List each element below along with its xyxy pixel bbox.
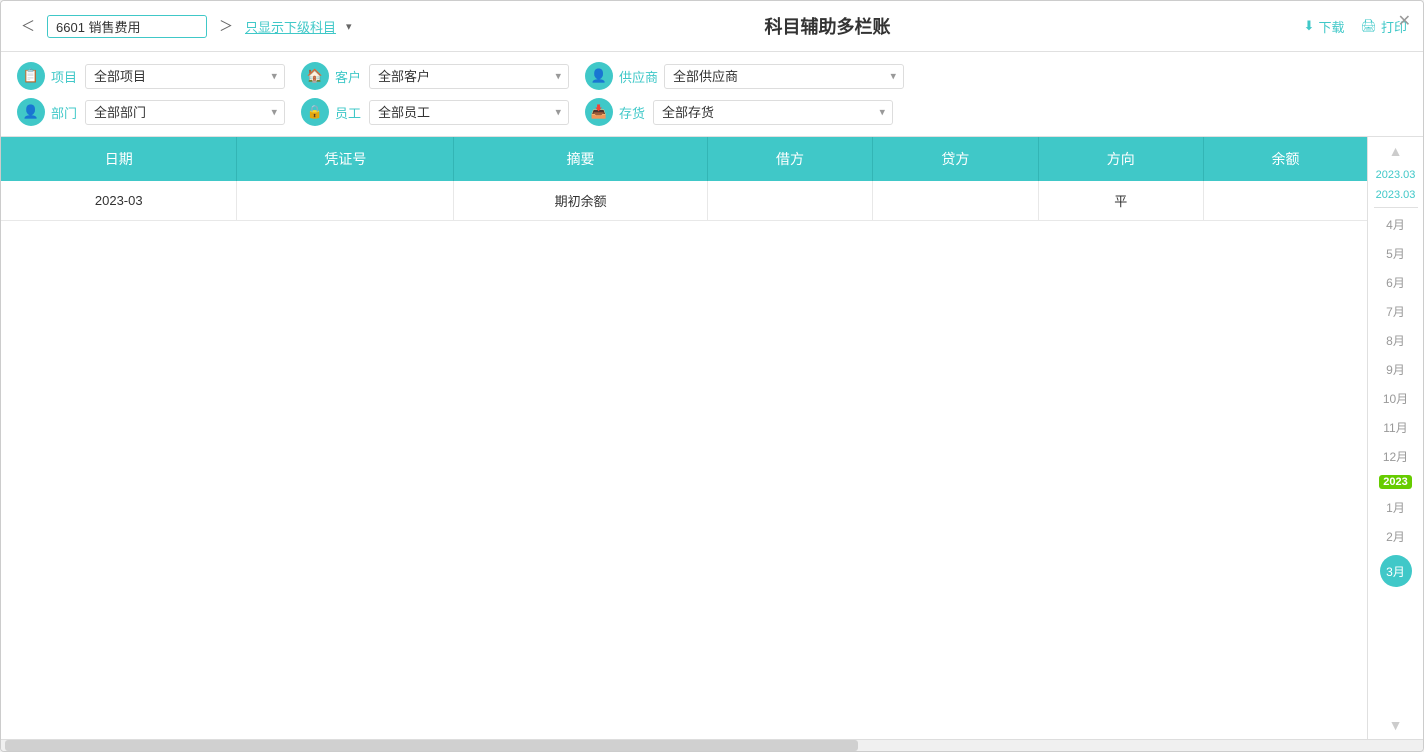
filter-item-project: 📋 项目 全部项目 [17, 62, 285, 90]
timeline-month-9[interactable]: 9月 [1368, 355, 1423, 384]
inventory-select[interactable]: 全部存货 [653, 100, 893, 125]
toolbar-right: ⬇ 下载 🖨 打印 [1304, 17, 1407, 36]
print-icon: 🖨 [1360, 18, 1377, 34]
col-summary: 摘要 [454, 137, 708, 181]
col-date: 日期 [1, 137, 237, 181]
filter-row-2: 👤 部门 全部部门 🔒 员工 全部员工 [17, 98, 1407, 126]
table-area: 日期 凭证号 摘要 借方 贷方 方向 余额 2023-03 期初余额 [1, 137, 1423, 739]
employee-icon: 🔒 [301, 98, 329, 126]
customer-select[interactable]: 全部客户 [369, 64, 569, 89]
timeline-month-2[interactable]: 2月 [1368, 522, 1423, 551]
show-sub-label[interactable]: 只显示下级科目 [245, 17, 336, 36]
main-content: 日期 凭证号 摘要 借方 贷方 方向 余额 2023-03 期初余额 [1, 137, 1423, 739]
col-direction: 方向 [1038, 137, 1203, 181]
supplier-select-wrapper: 全部供应商 [664, 64, 904, 89]
department-select[interactable]: 全部部门 [85, 100, 285, 125]
account-code-input[interactable] [47, 15, 207, 38]
main-window: ＜ ＞ 只显示下级科目 ▾ 科目辅助多栏账 ⬇ 下载 🖨 打印 ✕ 📋 项目 [0, 0, 1424, 752]
col-credit: 贷方 [873, 137, 1038, 181]
employee-select-wrapper: 全部员工 [369, 100, 569, 125]
timeline-up-button[interactable]: ▲ [1368, 137, 1423, 165]
col-debit: 借方 [707, 137, 872, 181]
cell-summary: 期初余额 [454, 181, 708, 221]
cell-date: 2023-03 [1, 181, 237, 221]
inventory-icon: 📥 [585, 98, 613, 126]
download-label: 下载 [1318, 17, 1344, 36]
timeline-month-12[interactable]: 12月 [1368, 442, 1423, 471]
download-icon: ⬇ [1304, 18, 1315, 34]
customer-select-wrapper: 全部客户 [369, 64, 569, 89]
employee-label: 员工 [335, 103, 363, 122]
cell-direction: 平 [1038, 181, 1203, 221]
timeline-month-6[interactable]: 6月 [1368, 268, 1423, 297]
cell-balance [1203, 181, 1367, 221]
project-label: 项目 [51, 67, 79, 86]
supplier-icon: 👤 [585, 62, 613, 90]
page-title: 科目辅助多栏账 [360, 13, 1296, 39]
timeline-range-start[interactable]: 2023.03 [1368, 165, 1423, 185]
project-icon: 📋 [17, 62, 45, 90]
timeline-items: 2023.03 2023.03 4月 5月 6月 7月 8月 9月 10月 11… [1368, 165, 1423, 711]
filter-row-1: 📋 项目 全部项目 🏠 客户 全部客户 [17, 62, 1407, 90]
inventory-label: 存货 [619, 103, 647, 122]
col-voucher: 凭证号 [237, 137, 454, 181]
customer-icon: 🏠 [301, 62, 329, 90]
title-bar: ＜ ＞ 只显示下级科目 ▾ 科目辅助多栏账 ⬇ 下载 🖨 打印 ✕ [1, 1, 1423, 52]
project-select[interactable]: 全部项目 [85, 64, 285, 89]
next-account-button[interactable]: ＞ [215, 14, 237, 38]
inventory-select-wrapper: 全部存货 [653, 100, 893, 125]
timeline-month-11[interactable]: 11月 [1368, 413, 1423, 442]
cell-debit [707, 181, 872, 221]
filter-item-department: 👤 部门 全部部门 [17, 98, 285, 126]
filter-item-customer: 🏠 客户 全部客户 [301, 62, 569, 90]
timeline-month-8[interactable]: 8月 [1368, 326, 1423, 355]
department-icon: 👤 [17, 98, 45, 126]
close-button[interactable]: ✕ [1398, 11, 1411, 31]
supplier-label: 供应商 [619, 67, 658, 86]
timeline-month-10[interactable]: 10月 [1368, 384, 1423, 413]
show-sub-dropdown-icon[interactable]: ▾ [346, 20, 352, 33]
timeline-month-3-selected[interactable]: 3月 [1380, 555, 1412, 587]
filter-item-employee: 🔒 员工 全部员工 [301, 98, 569, 126]
department-label: 部门 [51, 103, 79, 122]
employee-select[interactable]: 全部员工 [369, 100, 569, 125]
filter-bar: 📋 项目 全部项目 🏠 客户 全部客户 [1, 52, 1423, 137]
timeline-range-end[interactable]: 2023.03 [1368, 185, 1423, 205]
project-select-wrapper: 全部项目 [85, 64, 285, 89]
supplier-select[interactable]: 全部供应商 [664, 64, 904, 89]
table-row: 2023-03 期初余额 平 [1, 181, 1367, 221]
timeline-down-button[interactable]: ▼ [1368, 711, 1423, 739]
timeline-month-5[interactable]: 5月 [1368, 239, 1423, 268]
cell-credit [873, 181, 1038, 221]
filter-item-inventory: 📥 存货 全部存货 [585, 98, 893, 126]
timeline-month-4[interactable]: 4月 [1368, 210, 1423, 239]
table-header-row: 日期 凭证号 摘要 借方 贷方 方向 余额 [1, 137, 1367, 181]
timeline-month-1[interactable]: 1月 [1368, 493, 1423, 522]
timeline-divider-1 [1374, 207, 1418, 208]
department-select-wrapper: 全部部门 [85, 100, 285, 125]
ledger-table: 日期 凭证号 摘要 借方 贷方 方向 余额 2023-03 期初余额 [1, 137, 1367, 221]
timeline-month-7[interactable]: 7月 [1368, 297, 1423, 326]
horizontal-scrollbar[interactable] [1, 739, 1423, 751]
timeline-year-badge: 2023 [1379, 475, 1411, 489]
download-button[interactable]: ⬇ 下载 [1304, 17, 1345, 36]
filter-item-supplier: 👤 供应商 全部供应商 [585, 62, 904, 90]
timeline-year-badge-wrapper: 2023 [1368, 471, 1423, 493]
timeline-panel: ▲ 2023.03 2023.03 4月 5月 6月 7月 8月 9月 10月 … [1367, 137, 1423, 739]
cell-voucher [237, 181, 454, 221]
prev-account-button[interactable]: ＜ [17, 14, 39, 38]
customer-label: 客户 [335, 67, 363, 86]
timeline-selected-month-wrapper: 3月 [1368, 551, 1423, 591]
col-balance: 余额 [1203, 137, 1367, 181]
